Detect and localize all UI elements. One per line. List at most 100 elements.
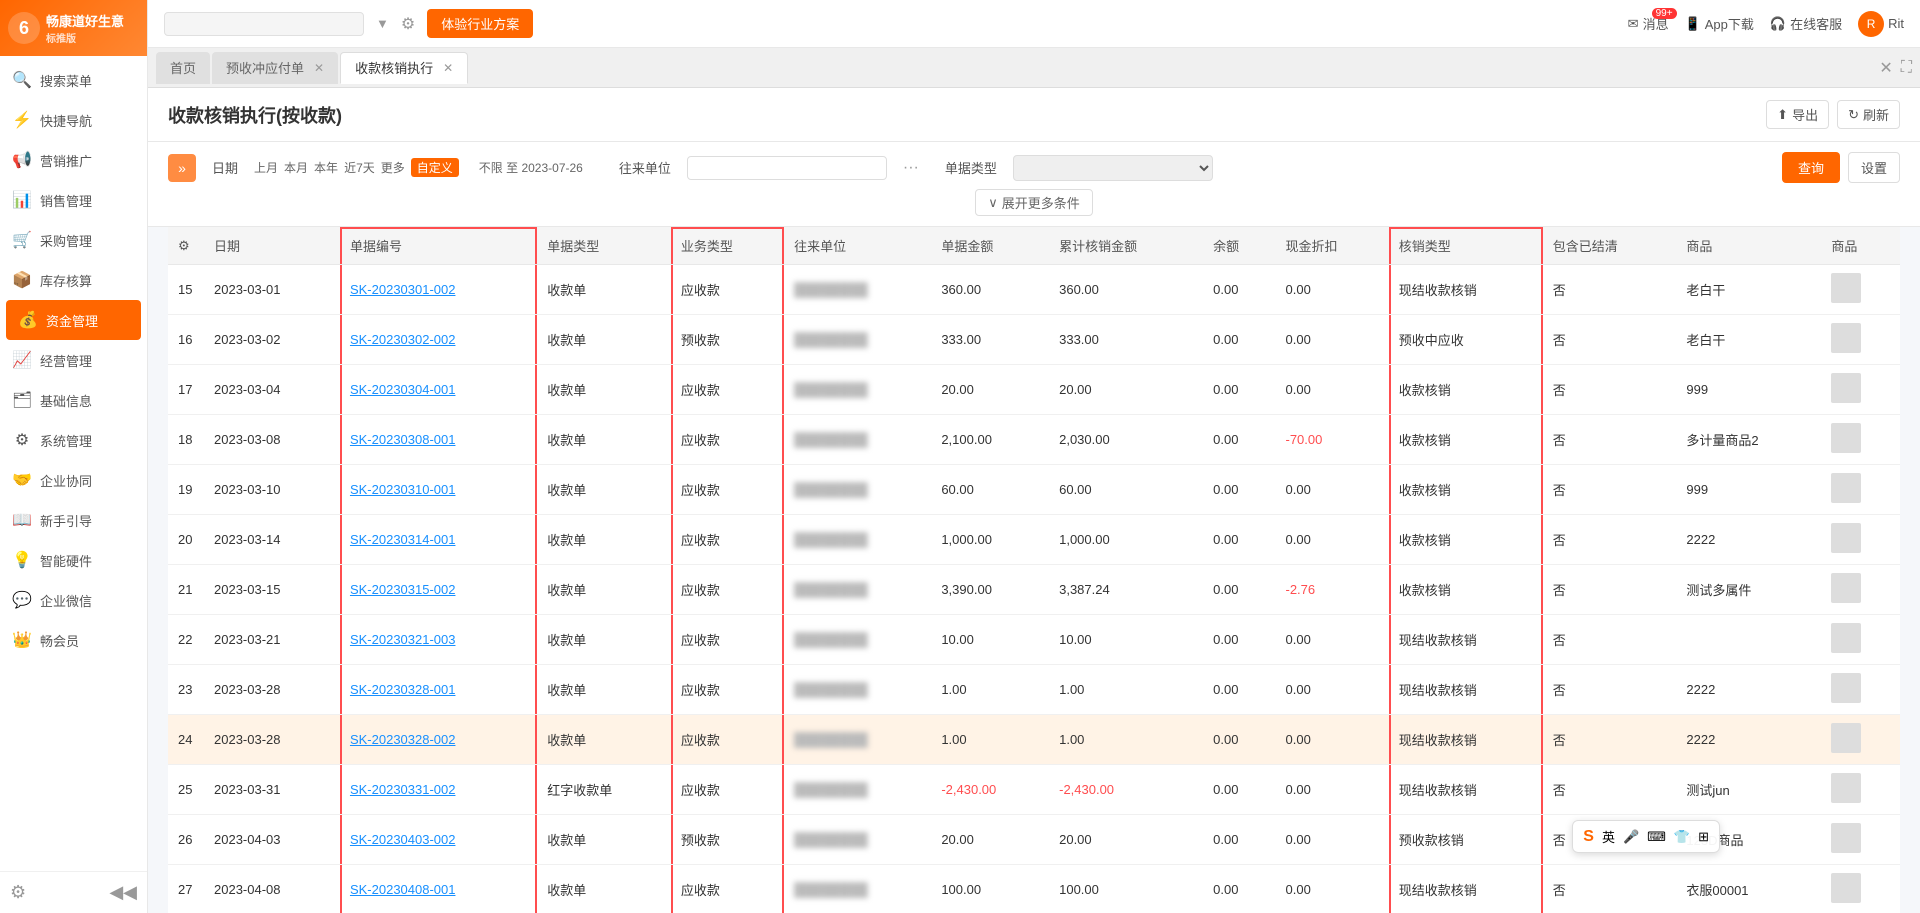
tab-advance-receipt[interactable]: 预收冲应付单 ✕ xyxy=(212,52,338,84)
search-input[interactable] xyxy=(164,12,364,36)
sidebar-item-label: 快捷导航 xyxy=(40,111,92,130)
filter-settings-button[interactable]: 设置 xyxy=(1848,152,1900,183)
row-product: 2222 xyxy=(1676,665,1821,715)
row-no-link[interactable]: SK-20230314-001 xyxy=(350,532,456,547)
row-write-off-type: 收款核销 xyxy=(1389,565,1543,615)
sidebar-item-资金管理[interactable]: 💰资金管理 xyxy=(6,300,141,340)
row-no-link[interactable]: SK-20230302-002 xyxy=(350,332,456,347)
dropdown-arrow-icon[interactable]: ▼ xyxy=(376,16,389,31)
date-option-more[interactable]: 更多 xyxy=(381,159,405,176)
row-amount: -2,430.00 xyxy=(931,765,1049,815)
receipt-type-select[interactable] xyxy=(1013,155,1213,181)
col-product2: 商品 xyxy=(1821,227,1900,265)
sidebar-item-系统管理[interactable]: ⚙系统管理 xyxy=(0,420,147,460)
settings-gear-icon[interactable]: ⚙ xyxy=(401,14,415,34)
col-date: 日期 xyxy=(204,227,340,265)
row-no-link[interactable]: SK-20230321-003 xyxy=(350,632,456,647)
sidebar-item-快捷导航[interactable]: ⚡快捷导航 xyxy=(0,100,147,140)
row-index: 20 xyxy=(168,515,204,565)
row-no: SK-20230314-001 xyxy=(340,515,537,565)
row-date: 2023-03-15 xyxy=(204,565,340,615)
row-no-link[interactable]: SK-20230328-001 xyxy=(350,682,456,697)
query-button[interactable]: 查询 xyxy=(1782,152,1840,183)
tab-write-off-close-icon[interactable]: ✕ xyxy=(443,61,453,75)
sidebar-item-智能硬件[interactable]: 💡智能硬件 xyxy=(0,540,147,580)
row-biz-type: 应收款 xyxy=(671,515,784,565)
row-type: 收款单 xyxy=(537,465,671,515)
row-product: 老白干 xyxy=(1676,315,1821,365)
col-gear[interactable]: ⚙ xyxy=(168,227,204,265)
tab-write-off[interactable]: 收款核销执行 ✕ xyxy=(340,52,468,84)
refresh-button[interactable]: ↻ 刷新 xyxy=(1837,100,1900,129)
sidebar-item-企业微信[interactable]: 💬企业微信 xyxy=(0,580,147,620)
date-option-this-month[interactable]: 本月 xyxy=(284,159,308,176)
sidebar-item-采购管理[interactable]: 🛒采购管理 xyxy=(0,220,147,260)
filter-expand-button[interactable]: » xyxy=(168,154,196,182)
industry-solution-button[interactable]: 体验行业方案 xyxy=(427,9,533,38)
row-index: 22 xyxy=(168,615,204,665)
filter-row: » 日期 上月 本月 本年 近7天 更多 自定义 不限 至 2023-07-26… xyxy=(168,152,1900,183)
row-amount: 3,390.00 xyxy=(931,565,1049,615)
row-no-link[interactable]: SK-20230308-001 xyxy=(350,432,456,447)
row-type: 收款单 xyxy=(537,715,671,765)
row-no-link[interactable]: SK-20230310-001 xyxy=(350,482,456,497)
row-no-link[interactable]: SK-20230331-002 xyxy=(350,782,456,797)
ime-mic-icon[interactable]: 🎤 xyxy=(1623,829,1639,845)
row-balance: 0.00 xyxy=(1203,815,1275,865)
topbar: ▼ ⚙ 体验行业方案 ✉ 消息 99+ 📱 App下载 🎧 在线客服 R Rit xyxy=(148,0,1920,48)
row-cash-discount: 0.00 xyxy=(1276,265,1389,315)
receipt-type-label: 单据类型 xyxy=(945,158,997,177)
app-download-action[interactable]: 📱 App下载 xyxy=(1685,14,1754,33)
row-cash-discount: 0.00 xyxy=(1276,665,1389,715)
ime-grid-icon[interactable]: ⊞ xyxy=(1698,829,1709,845)
row-cumulative: 333.00 xyxy=(1049,315,1203,365)
row-balance: 0.00 xyxy=(1203,665,1275,715)
row-include-settled: 否 xyxy=(1543,465,1677,515)
collapse-icon[interactable]: ◀◀ xyxy=(109,882,137,903)
tab-advance-receipt-close-icon[interactable]: ✕ xyxy=(314,61,324,75)
sidebar-item-新手引导[interactable]: 📖新手引导 xyxy=(0,500,147,540)
close-tab-icon[interactable]: ✕ xyxy=(1879,58,1892,78)
sidebar-item-畅会员[interactable]: 👑畅会员 xyxy=(0,620,147,660)
row-no-link[interactable]: SK-20230408-001 xyxy=(350,882,456,897)
col-biz-type: 业务类型 xyxy=(671,227,784,265)
row-no: SK-20230315-002 xyxy=(340,565,537,615)
sidebar-item-销售管理[interactable]: 📊销售管理 xyxy=(0,180,147,220)
filter-ellipsis: ··· xyxy=(903,159,919,177)
date-option-7days[interactable]: 近7天 xyxy=(344,159,375,176)
sidebar-icon: 🤝 xyxy=(12,470,32,490)
date-option-last-month[interactable]: 上月 xyxy=(254,159,278,176)
table-row: 19 2023-03-10 SK-20230310-001 收款单 应收款 ██… xyxy=(168,465,1900,515)
row-no-link[interactable]: SK-20230315-002 xyxy=(350,582,456,597)
date-option-this-year[interactable]: 本年 xyxy=(314,159,338,176)
sidebar-item-营销推广[interactable]: 📢营销推广 xyxy=(0,140,147,180)
ime-keyboard-icon[interactable]: ⌨ xyxy=(1647,829,1666,845)
user-avatar[interactable]: R Rit xyxy=(1858,11,1904,37)
settings-icon[interactable]: ⚙ xyxy=(10,882,26,903)
row-counterpart: ████████ xyxy=(784,715,931,765)
row-no-link[interactable]: SK-20230328-002 xyxy=(350,732,456,747)
row-balance: 0.00 xyxy=(1203,365,1275,415)
date-custom-button[interactable]: 自定义 xyxy=(411,158,459,177)
ime-shirt-icon[interactable]: 👕 xyxy=(1674,829,1690,845)
expand-more-button[interactable]: ∨ 展开更多条件 xyxy=(975,189,1093,216)
counterpart-input[interactable] xyxy=(687,156,887,180)
row-no-link[interactable]: SK-20230403-002 xyxy=(350,832,456,847)
sidebar-item-基础信息[interactable]: 🗂基础信息 xyxy=(0,380,147,420)
gear-icon[interactable]: ⚙ xyxy=(178,238,190,253)
message-action[interactable]: ✉ 消息 99+ xyxy=(1628,14,1669,33)
sidebar-item-企业协同[interactable]: 🤝企业协同 xyxy=(0,460,147,500)
sidebar-item-label: 资金管理 xyxy=(46,311,98,330)
sidebar-item-经营管理[interactable]: 📈经营管理 xyxy=(0,340,147,380)
date-options: 上月 本月 本年 近7天 更多 自定义 xyxy=(254,158,459,177)
online-service-action[interactable]: 🎧 在线客服 xyxy=(1770,14,1842,33)
row-counterpart: ████████ xyxy=(784,615,931,665)
export-button[interactable]: ⬆ 导出 xyxy=(1766,100,1829,129)
row-no-link[interactable]: SK-20230304-001 xyxy=(350,382,456,397)
col-no: 单据编号 xyxy=(340,227,537,265)
maximize-icon[interactable]: ⛶ xyxy=(1901,59,1912,77)
sidebar-item-搜索菜单[interactable]: 🔍搜索菜单 xyxy=(0,60,147,100)
sidebar-item-库存核算[interactable]: 📦库存核算 xyxy=(0,260,147,300)
tab-home[interactable]: 首页 xyxy=(156,52,210,84)
row-no-link[interactable]: SK-20230301-002 xyxy=(350,282,456,297)
